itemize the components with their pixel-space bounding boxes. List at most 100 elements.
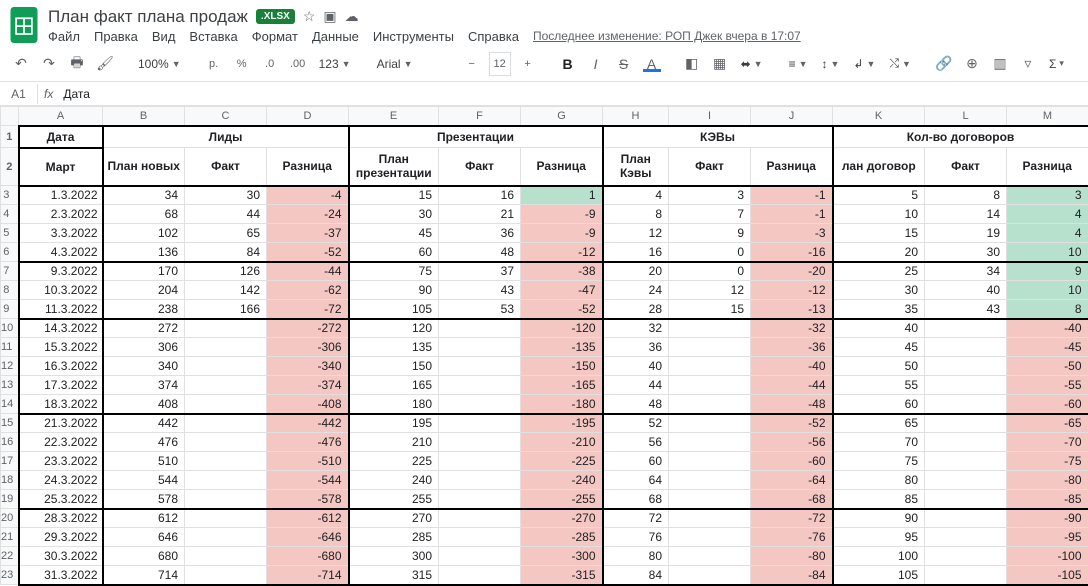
increase-decimal-button[interactable]: .00: [287, 52, 309, 76]
cell[interactable]: -285: [521, 528, 603, 547]
cell[interactable]: Кол-во договоров: [833, 126, 1088, 148]
cell[interactable]: 135: [349, 338, 439, 357]
cell[interactable]: 10: [1007, 281, 1088, 300]
cell[interactable]: [439, 471, 521, 490]
cell[interactable]: 76: [603, 528, 669, 547]
doc-title[interactable]: План факт плана продаж: [48, 7, 248, 27]
cell[interactable]: 442: [103, 414, 185, 433]
cell[interactable]: 170: [103, 262, 185, 281]
cell[interactable]: 225: [349, 452, 439, 471]
cell[interactable]: -9: [521, 205, 603, 224]
menu-format[interactable]: Формат: [252, 29, 298, 44]
cell[interactable]: 85: [833, 490, 925, 509]
cell[interactable]: [925, 547, 1007, 566]
menu-view[interactable]: Вид: [152, 29, 176, 44]
cell[interactable]: 22.3.2022: [19, 433, 103, 452]
row-header[interactable]: 21: [1, 528, 19, 547]
cell[interactable]: -90: [1007, 509, 1088, 528]
chart-icon[interactable]: ▥: [989, 52, 1011, 76]
cell[interactable]: [185, 547, 267, 566]
col-header[interactable]: D: [267, 107, 349, 126]
cell[interactable]: 53: [439, 300, 521, 319]
cell[interactable]: -40: [751, 357, 833, 376]
font-size-input[interactable]: 12: [489, 52, 511, 76]
cell[interactable]: [669, 547, 751, 566]
cell[interactable]: [185, 433, 267, 452]
cell[interactable]: 40: [603, 357, 669, 376]
cell[interactable]: 340: [103, 357, 185, 376]
cell[interactable]: 105: [833, 566, 925, 585]
menu-insert[interactable]: Вставка: [189, 29, 237, 44]
cell[interactable]: 56: [603, 433, 669, 452]
cell[interactable]: [669, 509, 751, 528]
sheets-logo-icon[interactable]: [8, 6, 40, 44]
cell[interactable]: -37: [267, 224, 349, 243]
cell[interactable]: Дата: [19, 126, 103, 148]
cell[interactable]: 55: [833, 376, 925, 395]
menu-tools[interactable]: Инструменты: [373, 29, 454, 44]
percent-format-button[interactable]: %: [231, 52, 253, 76]
cell[interactable]: [669, 395, 751, 414]
cell[interactable]: 714: [103, 566, 185, 585]
font-select[interactable]: Arial▼: [373, 57, 443, 71]
cell[interactable]: 374: [103, 376, 185, 395]
cell[interactable]: [439, 395, 521, 414]
cell[interactable]: 20: [833, 243, 925, 262]
cell[interactable]: [925, 528, 1007, 547]
cell[interactable]: [925, 490, 1007, 509]
cell[interactable]: [439, 547, 521, 566]
cell[interactable]: Разница: [1007, 148, 1088, 186]
row-header[interactable]: 3: [1, 186, 19, 205]
cell[interactable]: 45: [349, 224, 439, 243]
cell[interactable]: -374: [267, 376, 349, 395]
cell[interactable]: [669, 338, 751, 357]
spreadsheet-grid[interactable]: A B C D E F G H I J K L M 1ДатаЛидыПрезе…: [0, 106, 1088, 586]
cell[interactable]: 210: [349, 433, 439, 452]
cell[interactable]: 35: [833, 300, 925, 319]
cell[interactable]: 30: [185, 186, 267, 205]
cell[interactable]: -68: [751, 490, 833, 509]
cell[interactable]: 28.3.2022: [19, 509, 103, 528]
row-header[interactable]: 7: [1, 262, 19, 281]
cell[interactable]: 34: [925, 262, 1007, 281]
cell[interactable]: 102: [103, 224, 185, 243]
cell[interactable]: [185, 452, 267, 471]
cell[interactable]: [439, 433, 521, 452]
row-header[interactable]: 8: [1, 281, 19, 300]
cell[interactable]: 1: [521, 186, 603, 205]
strike-button[interactable]: S: [613, 52, 635, 76]
cell[interactable]: -72: [267, 300, 349, 319]
cell[interactable]: 15: [349, 186, 439, 205]
cell[interactable]: -306: [267, 338, 349, 357]
cell[interactable]: -16: [751, 243, 833, 262]
cell[interactable]: 11.3.2022: [19, 300, 103, 319]
link-icon[interactable]: 🔗: [933, 52, 955, 76]
cell[interactable]: 646: [103, 528, 185, 547]
cell[interactable]: -408: [267, 395, 349, 414]
cell[interactable]: 9: [1007, 262, 1088, 281]
cell[interactable]: 238: [103, 300, 185, 319]
cell[interactable]: -85: [1007, 490, 1088, 509]
cell[interactable]: -255: [521, 490, 603, 509]
cell[interactable]: 255: [349, 490, 439, 509]
cell[interactable]: -300: [521, 547, 603, 566]
cell[interactable]: 15: [833, 224, 925, 243]
cell[interactable]: -578: [267, 490, 349, 509]
row-header[interactable]: 5: [1, 224, 19, 243]
cell[interactable]: 20: [603, 262, 669, 281]
cell[interactable]: [439, 566, 521, 585]
cell[interactable]: 285: [349, 528, 439, 547]
cell[interactable]: -270: [521, 509, 603, 528]
cell[interactable]: 60: [603, 452, 669, 471]
row-header[interactable]: 4: [1, 205, 19, 224]
cell[interactable]: -240: [521, 471, 603, 490]
cell[interactable]: -52: [751, 414, 833, 433]
text-color-button[interactable]: A: [641, 52, 663, 76]
cell[interactable]: Разница: [267, 148, 349, 186]
cell[interactable]: -65: [1007, 414, 1088, 433]
cell[interactable]: 40: [833, 319, 925, 338]
cell[interactable]: 408: [103, 395, 185, 414]
col-header[interactable]: H: [603, 107, 669, 126]
row-header[interactable]: 13: [1, 376, 19, 395]
cell[interactable]: -150: [521, 357, 603, 376]
